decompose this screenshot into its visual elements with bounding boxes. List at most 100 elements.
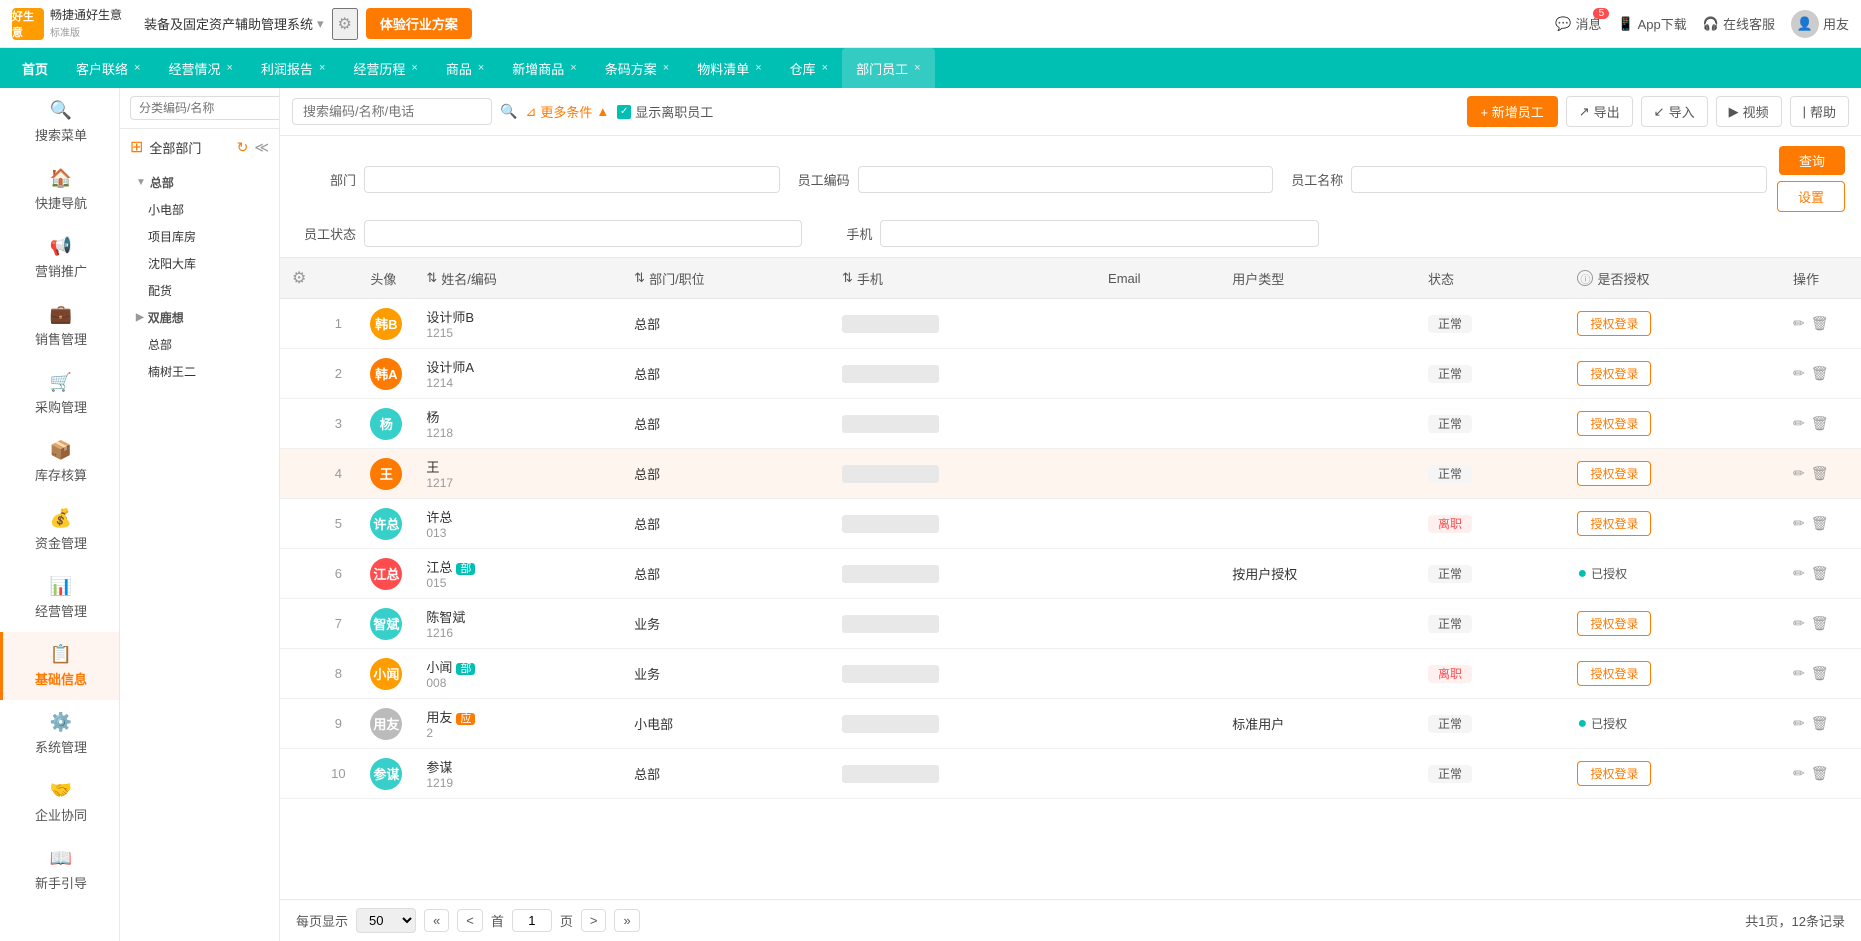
close-icon[interactable]: × — [663, 62, 669, 74]
auth-button[interactable]: 授权登录 — [1577, 311, 1651, 336]
auth-button[interactable]: 授权登录 — [1577, 761, 1651, 786]
edit-button[interactable]: ✏ — [1793, 615, 1805, 632]
filter-more-button[interactable]: ⊿ 更多条件 ▲ — [525, 102, 609, 121]
close-icon[interactable]: × — [411, 62, 417, 74]
sidebar-item-enterprise[interactable]: 🤝 企业协同 — [0, 768, 119, 836]
trial-button[interactable]: 体验行业方案 — [366, 8, 472, 39]
close-icon[interactable]: × — [570, 62, 576, 74]
auth-button[interactable]: 授权登录 — [1577, 361, 1651, 386]
refresh-icon[interactable]: ↻ — [237, 139, 249, 156]
dept-search-input[interactable] — [130, 96, 280, 120]
sidebar-item-system[interactable]: ⚙️ 系统管理 — [0, 700, 119, 768]
edit-button[interactable]: ✏ — [1793, 665, 1805, 682]
status-select[interactable] — [364, 220, 802, 247]
close-icon[interactable]: × — [319, 62, 325, 74]
auth-button[interactable]: 授权登录 — [1577, 511, 1651, 536]
prev-page-button[interactable]: < — [457, 909, 483, 932]
auth-button[interactable]: 授权登录 — [1577, 661, 1651, 686]
tab-bom[interactable]: 物料清单 × — [683, 48, 775, 88]
message-button[interactable]: 💬 消息 5 — [1555, 14, 1601, 33]
delete-button[interactable]: 🗑 — [1811, 565, 1829, 582]
delete-button[interactable]: 🗑 — [1811, 465, 1829, 482]
app-download-button[interactable]: 📱 App下载 — [1617, 14, 1686, 33]
auth-button[interactable]: 授权登录 — [1577, 611, 1651, 636]
edit-button[interactable]: ✏ — [1793, 715, 1805, 732]
close-icon[interactable]: × — [822, 62, 828, 74]
col-phone-header[interactable]: ⇅ 手机 — [830, 258, 1096, 299]
user-menu[interactable]: 👤 用友 — [1791, 10, 1849, 38]
edit-button[interactable]: ✏ — [1793, 365, 1805, 382]
close-icon[interactable]: × — [134, 62, 140, 74]
first-page-button[interactable]: « — [424, 909, 449, 932]
dept-node-shuanglu[interactable]: ▶ 双鹿想 — [120, 304, 279, 331]
edit-button[interactable]: ✏ — [1793, 465, 1805, 482]
dept-node-shenyangdaku[interactable]: 沈阳大库 — [120, 250, 279, 277]
tab-operation[interactable]: 经营情况 × — [154, 48, 246, 88]
dept-node-zongbu-child[interactable]: 总部 — [120, 331, 279, 358]
add-employee-button[interactable]: + 新增员工 — [1467, 96, 1558, 127]
search-button[interactable]: 🔍 — [500, 103, 517, 120]
sidebar-item-shortcut[interactable]: 🏠 快捷导航 — [0, 156, 119, 224]
edit-button[interactable]: ✏ — [1793, 765, 1805, 782]
emp-name-input[interactable] — [1351, 166, 1767, 193]
dept-select[interactable] — [364, 166, 780, 193]
export-button[interactable]: ↗ 导出 — [1566, 96, 1633, 127]
sidebar-item-finance[interactable]: 💰 资金管理 — [0, 496, 119, 564]
tab-home[interactable]: 首页 — [8, 48, 62, 88]
close-icon[interactable]: × — [478, 62, 484, 74]
delete-button[interactable]: 🗑 — [1811, 515, 1829, 532]
auth-button[interactable]: 授权登录 — [1577, 411, 1651, 436]
col-dept-header[interactable]: ⇅ 部门/职位 — [622, 258, 830, 299]
sidebar-item-inventory[interactable]: 📦 库存核算 — [0, 428, 119, 496]
tab-employees[interactable]: 部门员工 × — [842, 48, 934, 88]
edit-button[interactable]: ✏ — [1793, 315, 1805, 332]
dept-node-nanshu[interactable]: 楠树王二 — [120, 358, 279, 385]
sidebar-item-search[interactable]: 🔍 搜索菜单 — [0, 88, 119, 156]
help-button[interactable]: | 帮助 — [1790, 96, 1849, 127]
view-button[interactable]: ▶ 视频 — [1716, 96, 1782, 127]
tab-history[interactable]: 经营历程 × — [339, 48, 431, 88]
sidebar-item-basic[interactable]: 📋 基础信息 — [0, 632, 119, 700]
tab-warehouse[interactable]: 仓库 × — [776, 48, 842, 88]
settings-button[interactable]: ⚙ — [332, 8, 358, 40]
tab-profit[interactable]: 利润报告 × — [247, 48, 339, 88]
close-icon[interactable]: × — [226, 62, 232, 74]
chevron-down-icon[interactable]: ▾ — [317, 16, 324, 32]
edit-button[interactable]: ✏ — [1793, 515, 1805, 532]
next-page-button[interactable]: > — [581, 909, 607, 932]
close-icon[interactable]: × — [755, 62, 761, 74]
delete-button[interactable]: 🗑 — [1811, 615, 1829, 632]
dept-node-xiangmukufang[interactable]: 项目库房 — [120, 223, 279, 250]
delete-button[interactable]: 🗑 — [1811, 715, 1829, 732]
dept-node-xiaodibu[interactable]: 小电部 — [120, 196, 279, 223]
delete-button[interactable]: 🗑 — [1811, 315, 1829, 332]
tab-goods[interactable]: 商品 × — [432, 48, 498, 88]
set-button[interactable]: 设置 — [1777, 181, 1845, 212]
sidebar-item-marketing[interactable]: 📢 营销推广 — [0, 224, 119, 292]
last-page-button[interactable]: » — [614, 909, 639, 932]
sidebar-item-guide[interactable]: 📖 新手引导 — [0, 836, 119, 904]
edit-button[interactable]: ✏ — [1793, 565, 1805, 582]
close-icon[interactable]: × — [914, 62, 920, 74]
phone-input[interactable] — [880, 220, 1318, 247]
search-input[interactable] — [292, 98, 492, 125]
tab-customer[interactable]: 客户联络 × — [62, 48, 154, 88]
emp-code-input[interactable] — [858, 166, 1274, 193]
sidebar-item-purchase[interactable]: 🛒 采购管理 — [0, 360, 119, 428]
page-input[interactable] — [512, 909, 552, 932]
auth-button[interactable]: 授权登录 — [1577, 461, 1651, 486]
delete-button[interactable]: 🗑 — [1811, 765, 1829, 782]
settings-icon[interactable]: ⚙ — [292, 270, 306, 287]
sidebar-item-operation[interactable]: 📊 经营管理 — [0, 564, 119, 632]
dept-all-item[interactable]: ⊞ 全部部门 ↻ ≪ — [120, 129, 279, 165]
import-button[interactable]: ↙ 导入 — [1641, 96, 1708, 127]
query-button[interactable]: 查询 — [1779, 146, 1845, 175]
delete-button[interactable]: 🗑 — [1811, 665, 1829, 682]
sidebar-item-sales[interactable]: 💼 销售管理 — [0, 292, 119, 360]
dept-node-peihuo[interactable]: 配货 — [120, 277, 279, 304]
edit-button[interactable]: ✏ — [1793, 415, 1805, 432]
delete-button[interactable]: 🗑 — [1811, 365, 1829, 382]
dept-node-zongbu-parent[interactable]: ▼ 总部 — [120, 169, 279, 196]
tab-barcode[interactable]: 条码方案 × — [591, 48, 683, 88]
page-size-select[interactable]: 50 20 100 — [356, 908, 416, 933]
